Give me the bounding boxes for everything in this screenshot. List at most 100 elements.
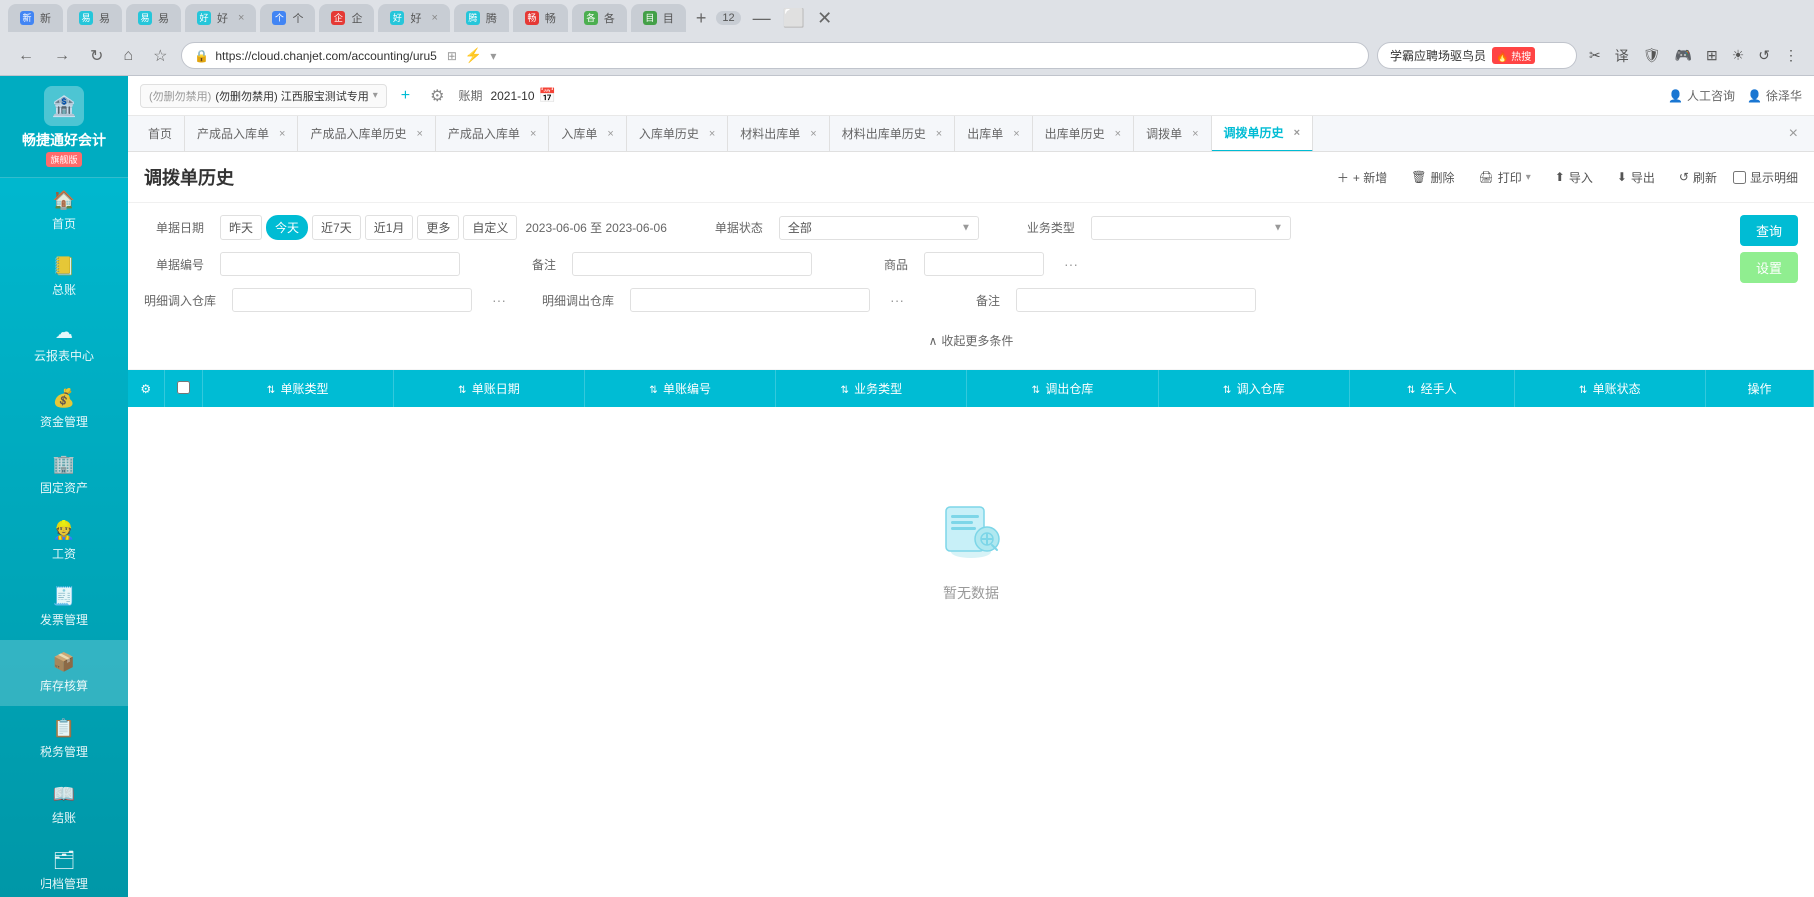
browser-search-bar[interactable]: 学霸应聘场驱鸟员 🔥 热搜	[1377, 42, 1577, 69]
browser-tab-5[interactable]: 个 个	[260, 4, 315, 32]
forward-button[interactable]: →	[48, 45, 76, 67]
sidebar-item-home[interactable]: 🏠 首页	[0, 178, 128, 244]
export-button[interactable]: ⬇ 导出	[1609, 165, 1663, 190]
tab-4-close[interactable]: ×	[607, 128, 613, 140]
page-tab-7[interactable]: 材料出库单历史 ×	[830, 116, 955, 152]
date-btn-1month[interactable]: 近1月	[365, 215, 414, 240]
browser-tab-9[interactable]: 畅 畅	[513, 4, 568, 32]
shield-icon[interactable]: 🛡	[1639, 45, 1665, 66]
browser-tab-1[interactable]: 新 新	[8, 4, 63, 32]
new-tab-button[interactable]: +	[690, 8, 713, 29]
page-tab-3[interactable]: 产成品入库单 ×	[436, 116, 549, 152]
sidebar-item-assets[interactable]: 🏢 固定资产	[0, 442, 128, 508]
sidebar-item-invoice[interactable]: 🧾 发票管理	[0, 574, 128, 640]
window-max-button[interactable]: ⬜	[783, 8, 805, 29]
new-button[interactable]: ＋ + 新增	[1329, 165, 1395, 190]
query-button[interactable]: 查询	[1740, 215, 1798, 246]
undo-icon[interactable]: ↺	[1754, 45, 1774, 66]
th-settings[interactable]: ⚙	[128, 370, 164, 407]
remark-input[interactable]	[572, 252, 812, 276]
collapse-button[interactable]: ∧ 收起更多条件	[917, 328, 1026, 353]
more-icon[interactable]: ⋮	[1780, 45, 1802, 66]
period-selector[interactable]: 2021-10 📅	[490, 87, 555, 104]
game-icon[interactable]: 🎮	[1671, 45, 1696, 66]
browser-tab-7-close[interactable]: ×	[431, 12, 437, 24]
url-dropdown-icon[interactable]: ▾	[490, 49, 496, 63]
tab-bar-close-all[interactable]: ×	[1781, 125, 1806, 143]
page-tab-5[interactable]: 入库单历史 ×	[627, 116, 728, 152]
sidebar-item-archive[interactable]: 🗂 归档管理	[0, 838, 128, 897]
cut-icon[interactable]: ✂	[1585, 45, 1605, 66]
sidebar-item-funds[interactable]: 💰 资金管理	[0, 376, 128, 442]
translate-icon[interactable]: 译	[1611, 44, 1633, 68]
browser-tab-2[interactable]: 易 易	[67, 4, 122, 32]
address-bar[interactable]: 🔒 https://cloud.chanjet.com/accounting/u…	[181, 42, 1369, 69]
detail-out-dots[interactable]: ···	[890, 292, 904, 308]
print-dropdown[interactable]: ▾	[1526, 172, 1531, 183]
page-tab-11[interactable]: 调拨单历史 ×	[1212, 116, 1313, 152]
company-dropdown-icon[interactable]: ▾	[373, 90, 378, 101]
th-business-type[interactable]: ⇅ 业务类型	[776, 370, 967, 407]
select-all-checkbox[interactable]	[177, 381, 190, 394]
page-tab-home[interactable]: 首页	[136, 116, 185, 152]
page-tab-6[interactable]: 材料出库单 ×	[728, 116, 829, 152]
add-company-button[interactable]: +	[395, 85, 416, 107]
window-min-button[interactable]: —	[753, 8, 771, 29]
th-date[interactable]: ⇅ 单账日期	[393, 370, 584, 407]
date-btn-7days[interactable]: 近7天	[312, 215, 361, 240]
tab-5-close[interactable]: ×	[709, 128, 715, 140]
page-tab-8[interactable]: 出库单 ×	[955, 116, 1032, 152]
tab-8-close[interactable]: ×	[1013, 128, 1019, 140]
tab-11-close[interactable]: ×	[1294, 127, 1300, 139]
tab-7-close[interactable]: ×	[936, 128, 942, 140]
date-btn-yesterday[interactable]: 昨天	[220, 215, 262, 240]
browser-tab-10[interactable]: 各 各	[572, 4, 627, 32]
delete-button[interactable]: 🗑 删除	[1403, 165, 1462, 190]
sidebar-logo[interactable]: 🏦 畅捷通好会计 旗舰版	[0, 76, 128, 178]
detail-remark-input[interactable]	[1016, 288, 1256, 312]
tab-9-close[interactable]: ×	[1115, 128, 1121, 140]
tab-10-close[interactable]: ×	[1192, 128, 1198, 140]
detail-out-input[interactable]	[630, 288, 870, 312]
company-settings-button[interactable]: ⚙	[424, 84, 450, 108]
goods-dots[interactable]: ···	[1064, 256, 1078, 272]
window-close-button[interactable]: ✕	[817, 8, 832, 29]
browser-tab-3[interactable]: 易 易	[126, 4, 181, 32]
th-no[interactable]: ⇅ 单账编号	[584, 370, 775, 407]
goods-input[interactable]	[924, 252, 1044, 276]
display-toggle[interactable]: 显示明细	[1733, 169, 1798, 186]
th-type[interactable]: ⇅ 单账类型	[202, 370, 393, 407]
th-checkbox[interactable]	[164, 370, 202, 407]
sidebar-item-close[interactable]: 📖 结账	[0, 772, 128, 838]
sidebar-item-reports[interactable]: ☁ 云报表中心	[0, 310, 128, 376]
home-button[interactable]: ⌂	[117, 45, 139, 67]
page-tab-9[interactable]: 出库单历史 ×	[1033, 116, 1134, 152]
tab-6-close[interactable]: ×	[810, 128, 816, 140]
th-status[interactable]: ⇅ 单账状态	[1514, 370, 1705, 407]
print-button[interactable]: 🖨 打印 ▾	[1470, 165, 1538, 190]
brightness-icon[interactable]: ☀	[1728, 45, 1749, 66]
date-btn-today[interactable]: 今天	[266, 215, 308, 240]
refresh-button[interactable]: ↺ 刷新	[1671, 165, 1725, 190]
filter-settings-button[interactable]: 设置	[1740, 252, 1798, 283]
date-btn-more[interactable]: 更多	[417, 215, 459, 240]
sidebar-item-wages[interactable]: 👷 工资	[0, 508, 128, 574]
tab-3-close[interactable]: ×	[530, 128, 536, 140]
doc-no-input[interactable]	[220, 252, 460, 276]
th-in-warehouse[interactable]: ⇅ 调入仓库	[1158, 370, 1349, 407]
display-toggle-checkbox[interactable]	[1733, 171, 1746, 184]
sidebar-item-inventory[interactable]: 📦 库存核算	[0, 640, 128, 706]
page-tab-4[interactable]: 入库单 ×	[549, 116, 626, 152]
detail-in-dots[interactable]: ···	[492, 292, 506, 308]
star-button[interactable]: ☆	[147, 44, 173, 68]
browser-tab-11[interactable]: 目 目	[631, 4, 686, 32]
back-button[interactable]: ←	[12, 45, 40, 67]
sidebar-item-ledger[interactable]: 📒 总账	[0, 244, 128, 310]
browser-tab-4-close[interactable]: ×	[238, 12, 244, 24]
page-tab-1[interactable]: 产成品入库单 ×	[185, 116, 298, 152]
import-button[interactable]: ⬆ 导入	[1547, 165, 1601, 190]
browser-tab-7[interactable]: 好 好 ×	[378, 4, 449, 32]
reload-button[interactable]: ↻	[84, 44, 109, 68]
status-select[interactable]: 全部 草稿 已审核 已作废	[779, 216, 979, 240]
date-btn-custom[interactable]: 自定义	[463, 215, 517, 240]
